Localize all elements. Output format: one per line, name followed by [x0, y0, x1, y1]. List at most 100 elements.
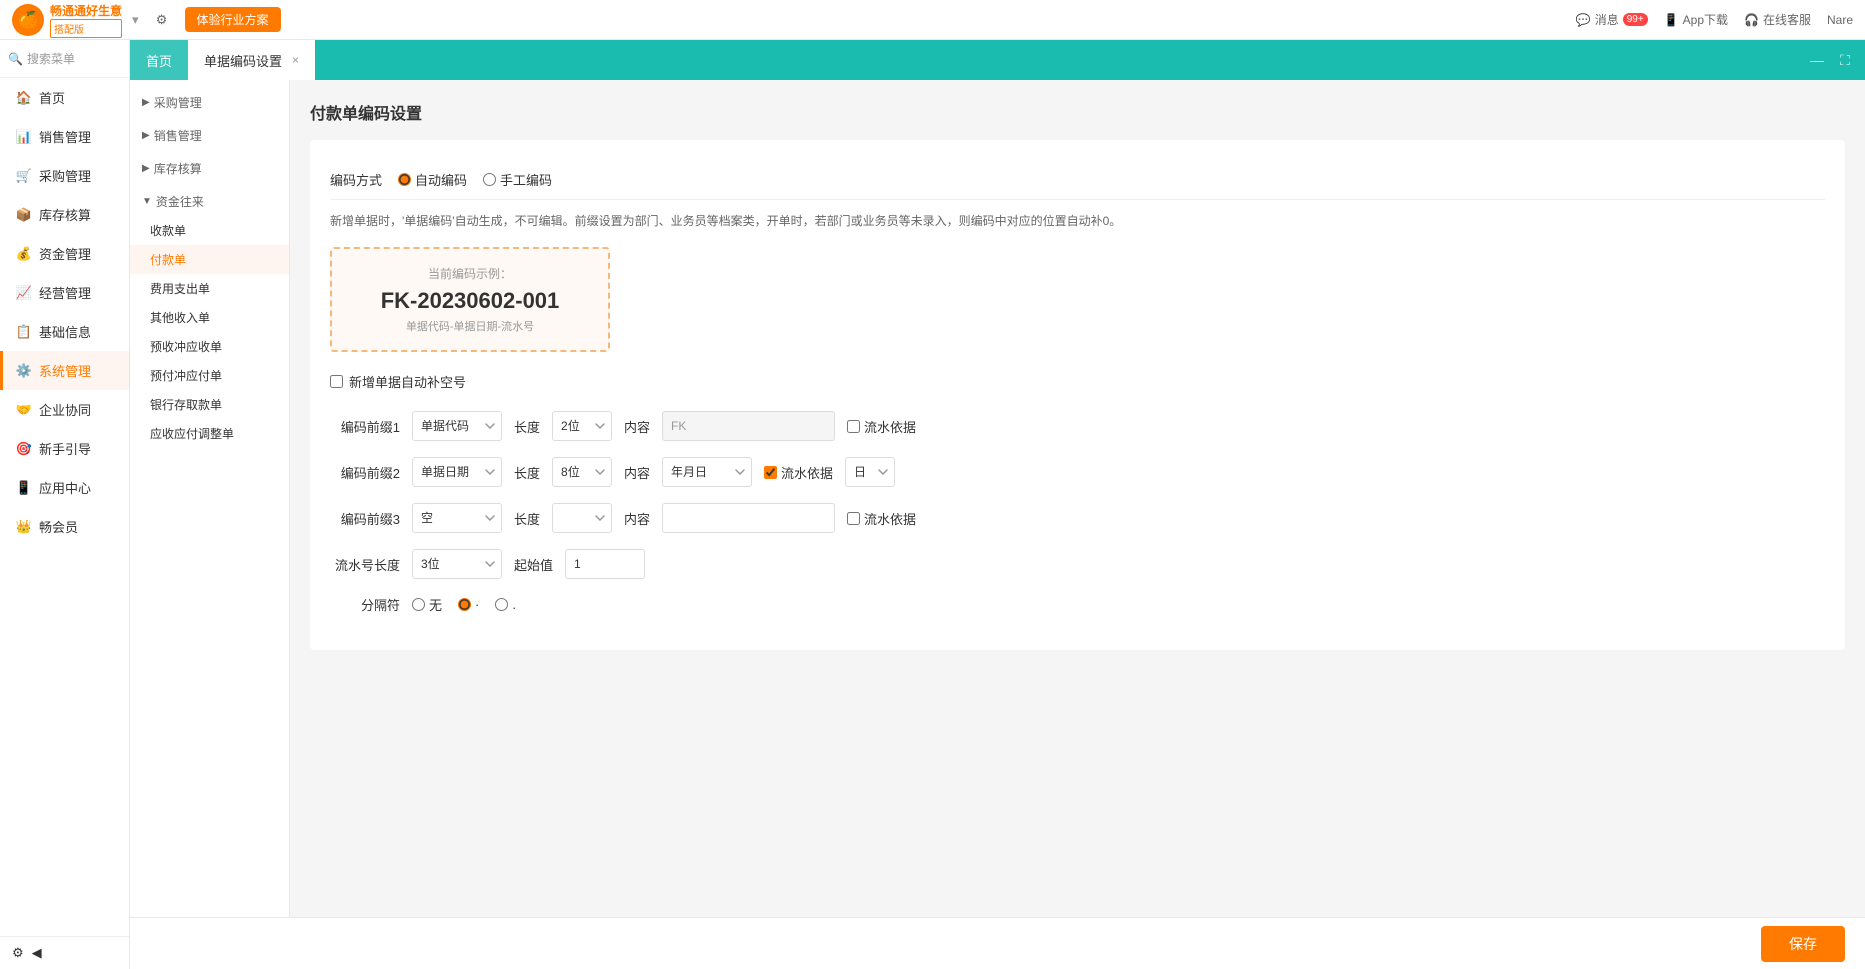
encode-method-radio-group: 自动编码 手工编码	[398, 170, 552, 189]
manual-code-radio-input[interactable]	[483, 173, 496, 186]
user-name[interactable]: Nare	[1827, 13, 1853, 27]
sidebar-item-member[interactable]: 👑 畅会员	[0, 507, 129, 546]
sidebar-item-finance[interactable]: 💰 资金管理	[0, 234, 129, 273]
sub-item-payable-adj[interactable]: 应收应付调整单	[130, 419, 289, 448]
top-bar-right: 💬 消息 99+ 📱 App下载 🎧 在线客服 Nare	[1576, 11, 1853, 28]
chevron-right-icon-3: ▶	[142, 163, 150, 174]
separator-dot-radio[interactable]: ·	[458, 597, 479, 612]
sidebar-item-home[interactable]: 🏠 首页	[0, 78, 129, 117]
tab-setting[interactable]: 单据编码设置 ×	[188, 40, 315, 80]
code-preview-value: FK-20230602-001	[356, 288, 584, 314]
sub-item-receipt[interactable]: 收款单	[130, 216, 289, 245]
tab-minimize-icon[interactable]: —	[1805, 48, 1829, 72]
prefix-row-3: 编码前缀3 空 长度 内容 流水依据	[330, 503, 1825, 533]
collapse-icon[interactable]: ◀	[32, 945, 42, 961]
serial-1-checkbox-input[interactable]	[847, 420, 860, 433]
tab-expand-icon[interactable]: ⛶	[1833, 48, 1857, 72]
sidebar-item-system[interactable]: ⚙️ 系统管理	[0, 351, 129, 390]
form-card: 编码方式 自动编码 手工编码	[310, 140, 1845, 650]
auto-fill-checkbox[interactable]	[330, 375, 343, 388]
app-icon: 📱	[1664, 13, 1679, 27]
logo: 🍊 畅通通好生意 搭配版	[12, 2, 122, 38]
serial-length-select[interactable]: 3位	[412, 549, 502, 579]
serial-3-check[interactable]: 流水依据	[847, 509, 916, 528]
prefix-2-label: 编码前缀2	[330, 463, 400, 482]
sub-group-sales-header[interactable]: ▶ 销售管理	[130, 121, 289, 150]
content-1-input	[662, 411, 835, 441]
sub-sidebar: ▶ 采购管理 ▶ 销售管理 ▶ 库存核算	[130, 80, 290, 917]
auto-code-radio[interactable]: 自动编码	[398, 170, 467, 189]
member-icon: 👑	[15, 518, 33, 536]
settings-icon[interactable]: ⚙	[149, 7, 175, 33]
tab-close-icon[interactable]: ×	[292, 53, 299, 67]
prefix-2-select[interactable]: 单据日期	[412, 457, 502, 487]
sidebar-item-collab[interactable]: 🤝 企业协同	[0, 390, 129, 429]
save-button[interactable]: 保存	[1761, 926, 1845, 962]
sales-icon: 📊	[15, 128, 33, 146]
separator-none-radio[interactable]: 无	[412, 595, 442, 614]
tab-bar: 首页 单据编码设置 × — ⛶	[130, 40, 1865, 80]
sub-group-purchase-header[interactable]: ▶ 采购管理	[130, 88, 289, 117]
serial-2-check[interactable]: 流水依据	[764, 463, 833, 482]
sub-item-other-income[interactable]: 其他收入单	[130, 303, 289, 332]
sidebar-item-operation[interactable]: 📈 经营管理	[0, 273, 129, 312]
home-icon: 🏠	[15, 89, 33, 107]
sub-group-funds-header[interactable]: ▼ 资金往来	[130, 187, 289, 216]
content-2-select[interactable]: 年月日	[662, 457, 752, 487]
app-download-button[interactable]: 📱 App下载	[1664, 11, 1728, 28]
sub-item-prepay-receipt[interactable]: 预收冲应收单	[130, 332, 289, 361]
manual-code-radio[interactable]: 手工编码	[483, 170, 552, 189]
sidebar-item-inventory[interactable]: 📦 库存核算	[0, 195, 129, 234]
sub-item-expense[interactable]: 费用支出单	[130, 274, 289, 303]
dropdown-arrow[interactable]: ▾	[132, 12, 139, 28]
sidebar-item-guide[interactable]: 🎯 新手引导	[0, 429, 129, 468]
inventory-icon: 📦	[15, 206, 33, 224]
message-button[interactable]: 💬 消息 99+	[1576, 11, 1648, 28]
prefix-row-2: 编码前缀2 单据日期 长度 8位 内容 年月日	[330, 457, 1825, 487]
serial-1-check[interactable]: 流水依据	[847, 417, 916, 436]
sidebar: 🔍 搜索菜单 🏠 首页 📊 销售管理 🛒 采购管理 📦 库存核算 💰	[0, 40, 130, 969]
separator-row: 分隔符 无 · .	[330, 595, 1825, 614]
separator-radio-group: 无 · .	[412, 595, 516, 614]
sidebar-item-apps[interactable]: 📱 应用中心	[0, 468, 129, 507]
sidebar-item-purchase[interactable]: 🛒 采购管理	[0, 156, 129, 195]
length-3-select[interactable]	[552, 503, 612, 533]
industry-button[interactable]: 体验行业方案	[185, 7, 281, 32]
sub-item-prepay-payment[interactable]: 预付冲应付单	[130, 361, 289, 390]
search-menu[interactable]: 🔍 搜索菜单	[0, 40, 129, 78]
separator-dot-input[interactable]	[458, 598, 471, 611]
prefix-1-select[interactable]: 单据代码	[412, 411, 502, 441]
length-1-select[interactable]: 2位	[552, 411, 612, 441]
serial-2-unit-select[interactable]: 日	[845, 457, 895, 487]
sidebar-item-sales[interactable]: 📊 销售管理	[0, 117, 129, 156]
length-2-label: 长度	[514, 463, 540, 482]
right-panel: 首页 单据编码设置 × — ⛶ ▶ 采购管理	[130, 40, 1865, 969]
serial-2-checkbox-input[interactable]	[764, 466, 777, 479]
logo-text: 畅通通好生意 搭配版	[50, 2, 122, 38]
sidebar-item-base[interactable]: 📋 基础信息	[0, 312, 129, 351]
encode-method-row: 编码方式 自动编码 手工编码	[330, 160, 1825, 200]
info-text: 新增单据时，'单据编码'自动生成，不可编辑。前缀设置为部门、业务员等档案类，开单…	[330, 212, 1825, 231]
content-3-input[interactable]	[662, 503, 835, 533]
separator-none-input[interactable]	[412, 598, 425, 611]
sidebar-bottom: ⚙ ◀	[0, 936, 129, 969]
sub-item-bank-deposit[interactable]: 银行存取款单	[130, 390, 289, 419]
tab-home[interactable]: 首页	[130, 40, 188, 80]
service-button[interactable]: 🎧 在线客服	[1744, 11, 1811, 28]
separator-dash-radio[interactable]: .	[495, 597, 516, 612]
auto-fill-label: 新增单据自动补空号	[349, 372, 466, 391]
serial-3-checkbox-input[interactable]	[847, 512, 860, 525]
prefix-3-select[interactable]: 空	[412, 503, 502, 533]
length-2-select[interactable]: 8位	[552, 457, 612, 487]
start-value-input[interactable]	[565, 549, 645, 579]
sub-group-inventory-header[interactable]: ▶ 库存核算	[130, 154, 289, 183]
auto-code-radio-input[interactable]	[398, 173, 411, 186]
chevron-right-icon-2: ▶	[142, 130, 150, 141]
page-title: 付款单编码设置	[310, 100, 1845, 124]
settings-bottom-icon[interactable]: ⚙	[12, 945, 24, 961]
content-3-label: 内容	[624, 509, 650, 528]
separator-dash-input[interactable]	[495, 598, 508, 611]
sub-item-payment[interactable]: 付款单	[130, 245, 289, 274]
top-bar-left: 🍊 畅通通好生意 搭配版 ▾ ⚙ 体验行业方案	[12, 2, 281, 38]
purchase-icon: 🛒	[15, 167, 33, 185]
